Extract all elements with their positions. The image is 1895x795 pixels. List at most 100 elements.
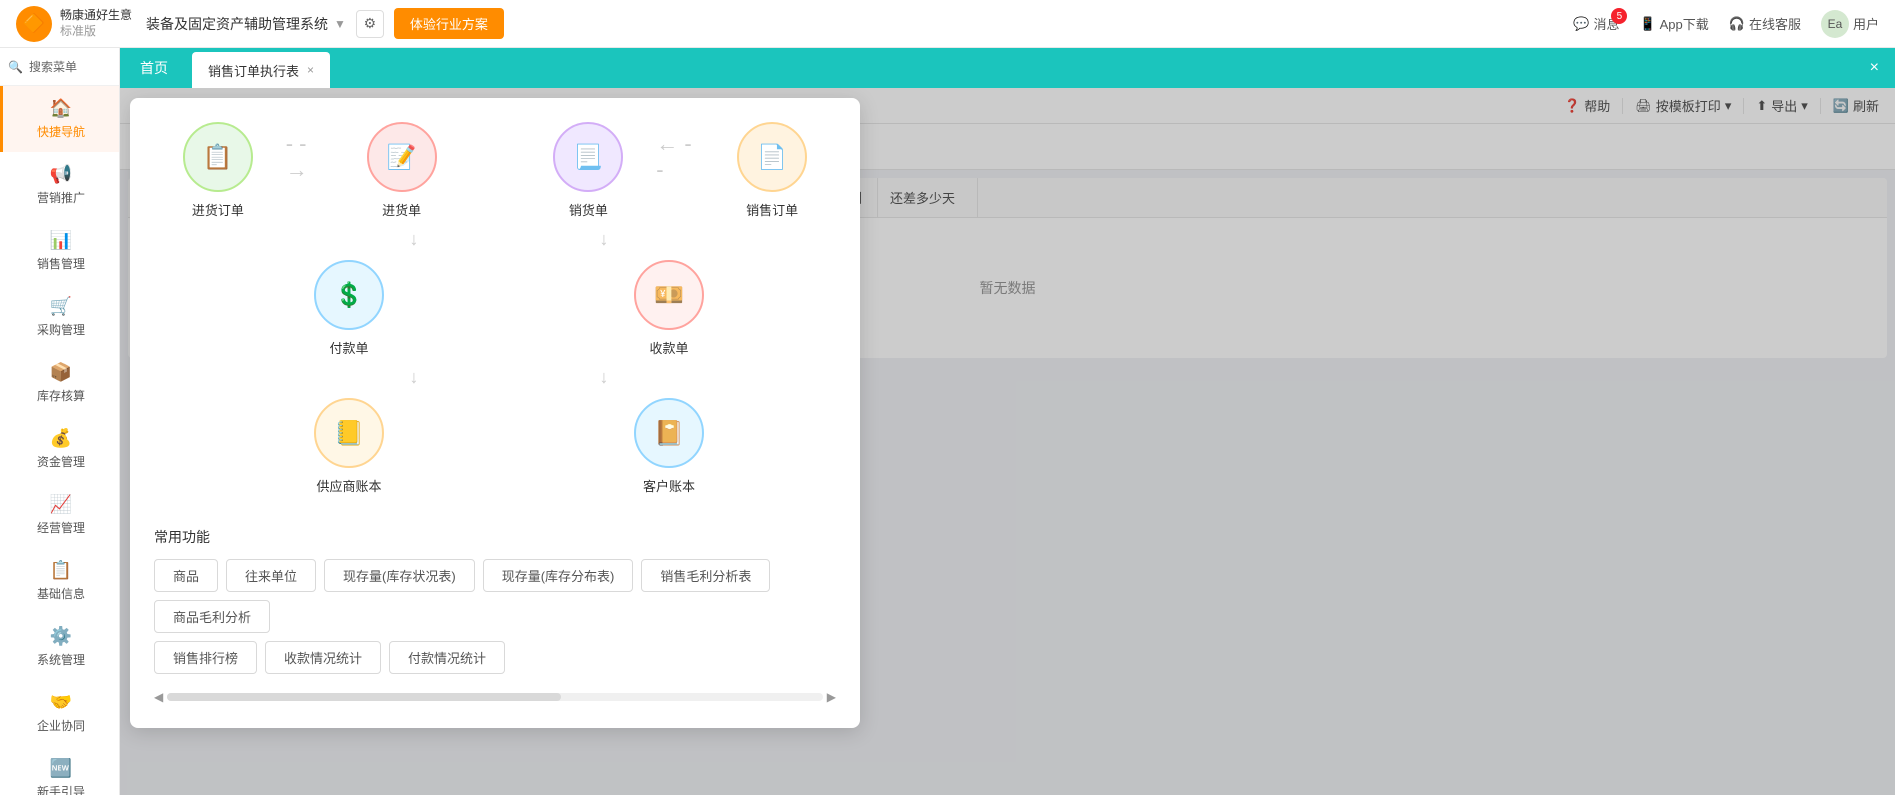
func-btn-counterpart[interactable]: 往来单位 [226, 559, 316, 592]
flow-row-arrows2: ↓ ↓ [154, 365, 836, 390]
window-close-icon[interactable]: × [1870, 59, 1879, 77]
marketing-icon: 📢 [50, 164, 72, 185]
corp-icon: 🤝 [50, 692, 72, 713]
message-icon: 💬 [1573, 16, 1589, 32]
func-btn-inventory-status[interactable]: 现存量(库存状况表) [324, 559, 475, 592]
finance-icon: 💰 [50, 428, 72, 449]
download-icon: 📱 [1639, 16, 1655, 32]
inventory-icon: 📦 [50, 362, 72, 383]
sidebar-item-inventory[interactable]: 📦 库存核算 [0, 350, 119, 416]
purchase-order-icon[interactable]: 📋 [183, 122, 253, 192]
func-btn-inventory-dist[interactable]: 现存量(库存分布表) [483, 559, 634, 592]
payment-icon[interactable]: 💲 [314, 260, 384, 330]
func-btn-product-profit[interactable]: 商品毛利分析 [154, 600, 270, 633]
guide-icon: 🆕 [50, 758, 72, 779]
func-btn-sales-profit[interactable]: 销售毛利分析表 [641, 559, 770, 592]
overlay: 📋 进货订单 - - → 📝 进货单 📃 销货单 [120, 88, 1895, 795]
settings-button[interactable]: ⚙ [356, 10, 384, 38]
arrow-right-dashed-1: - - → [286, 131, 334, 183]
func-btn-sales-rank[interactable]: 销售排行榜 [154, 641, 257, 674]
logo-area: 🔶 畅康通好生意 标准版 [16, 6, 136, 42]
trial-button[interactable]: 体验行业方案 [394, 8, 504, 39]
arrow-down-4: ↓ [479, 365, 729, 390]
sidebar-item-system[interactable]: ⚙️ 系统管理 [0, 614, 119, 680]
arrow-left-dashed: ← - - [656, 131, 704, 183]
service-icon: 🎧 [1729, 16, 1745, 32]
func-btn-product[interactable]: 商品 [154, 559, 218, 592]
main-layout: 🔍 搜索菜单 🏠 快捷导航 📢 营销推广 📊 销售管理 🛒 采购管理 📦 库存核… [0, 48, 1895, 795]
flow-node-receipt[interactable]: 💴 收款单 [604, 260, 734, 357]
flow-node-sales-bill[interactable]: 📃 销货单 [524, 122, 652, 219]
sales-order-icon[interactable]: 📄 [737, 122, 807, 192]
header-left: 🔶 畅康通好生意 标准版 装备及固定资产辅助管理系统 ▼ ⚙ 体验行业方案 [16, 6, 504, 42]
scroll-right-icon[interactable]: ▶ [827, 690, 836, 704]
system-icon: ⚙️ [50, 626, 72, 647]
flow-node-purchase-order[interactable]: 📋 进货订单 [154, 122, 282, 219]
customer-icon[interactable]: 📔 [634, 398, 704, 468]
flow-row-arrows: ↓ ↓ [154, 227, 836, 252]
flow-row-1: 📋 进货订单 - - → 📝 进货单 📃 销货单 [154, 122, 836, 219]
sales-icon: 📊 [50, 230, 72, 251]
basic-icon: 📋 [50, 560, 72, 581]
flow-node-purchase-bill[interactable]: 📝 进货单 [338, 122, 466, 219]
sidebar-item-corp[interactable]: 🤝 企业协同 [0, 680, 119, 746]
arrow-down-1: ↓ [349, 227, 479, 252]
scroll-left-icon[interactable]: ◀ [154, 690, 163, 704]
tab-bar: 首页 销售订单执行表 × × [120, 48, 1895, 88]
home-icon: 🏠 [50, 98, 72, 119]
message-button[interactable]: 💬 消息 5 [1573, 14, 1619, 33]
flow-node-payment[interactable]: 💲 付款单 [284, 260, 414, 357]
func-btns-row1: 商品 往来单位 现存量(库存状况表) 现存量(库存分布表) 销售毛利分析表 商品… [154, 559, 836, 633]
sales-bill-icon[interactable]: 📃 [553, 122, 623, 192]
scrollbar-thumb [167, 693, 560, 701]
sidebar-item-guide[interactable]: 🆕 新手引导 [0, 746, 119, 795]
arrow-down-2: ↓ [479, 227, 729, 252]
dropdown-arrow-icon[interactable]: ▼ [334, 17, 346, 31]
tab-home[interactable]: 首页 [120, 48, 188, 88]
flow-row-2: 💲 付款单 💴 收款单 [154, 260, 836, 357]
sidebar-search-button[interactable]: 🔍 搜索菜单 [0, 48, 119, 86]
flow-row-3: 📒 供应商账本 📔 客户账本 [154, 398, 836, 495]
popup-panel: 📋 进货订单 - - → 📝 进货单 📃 销货单 [130, 98, 860, 728]
inner-content: ❓ 帮助 🖨 按模板打印 ▾ ⬆ 导出 ▾ 🔄 刷新 [120, 88, 1895, 795]
common-functions: 常用功能 商品 往来单位 现存量(库存状况表) 现存量(库存分布表) 销售毛利分… [154, 527, 836, 674]
top-header: 🔶 畅康通好生意 标准版 装备及固定资产辅助管理系统 ▼ ⚙ 体验行业方案 💬 … [0, 0, 1895, 48]
sidebar-item-marketing[interactable]: 📢 营销推广 [0, 152, 119, 218]
common-funcs-title: 常用功能 [154, 527, 836, 547]
purchase-icon: 🛒 [50, 296, 72, 317]
operation-icon: 📈 [50, 494, 72, 515]
func-btns-row2: 销售排行榜 收款情况统计 付款情况统计 [154, 641, 836, 674]
flow-node-customer[interactable]: 📔 客户账本 [604, 398, 734, 495]
sidebar-item-operation[interactable]: 📈 经营管理 [0, 482, 119, 548]
online-service-button[interactable]: 🎧 在线客服 [1729, 14, 1801, 33]
content-area: 首页 销售订单执行表 × × ❓ 帮助 🖨 按模板打印 ▾ [120, 48, 1895, 795]
sidebar: 🔍 搜索菜单 🏠 快捷导航 📢 营销推广 📊 销售管理 🛒 采购管理 📦 库存核… [0, 48, 120, 795]
scrollbar-track[interactable] [167, 693, 823, 701]
func-btn-payment-stats[interactable]: 付款情况统计 [389, 641, 505, 674]
tab-sales-exec[interactable]: 销售订单执行表 × [192, 52, 330, 88]
message-badge: 5 [1611, 8, 1627, 24]
search-icon: 🔍 [8, 60, 23, 74]
flow-diagram: 📋 进货订单 - - → 📝 进货单 📃 销货单 [154, 122, 836, 503]
logo-icon: 🔶 [16, 6, 52, 42]
popup-scrollbar: ◀ ▶ [154, 690, 836, 704]
purchase-bill-icon[interactable]: 📝 [367, 122, 437, 192]
arrow-down-3: ↓ [349, 365, 479, 390]
logo-text: 畅康通好生意 标准版 [60, 8, 132, 39]
app-download-button[interactable]: 📱 App下载 [1639, 14, 1708, 33]
flow-node-sales-order[interactable]: 📄 销售订单 [708, 122, 836, 219]
receipt-icon[interactable]: 💴 [634, 260, 704, 330]
sidebar-item-sales[interactable]: 📊 销售管理 [0, 218, 119, 284]
sidebar-item-finance[interactable]: 💰 资金管理 [0, 416, 119, 482]
user-button[interactable]: Ea 用户 [1821, 10, 1879, 38]
supplier-icon[interactable]: 📒 [314, 398, 384, 468]
sidebar-item-purchase[interactable]: 🛒 采购管理 [0, 284, 119, 350]
system-title: 装备及固定资产辅助管理系统 ▼ [146, 14, 346, 34]
flow-node-supplier[interactable]: 📒 供应商账本 [284, 398, 414, 495]
sidebar-item-quick-nav[interactable]: 🏠 快捷导航 [0, 86, 119, 152]
header-right: 💬 消息 5 📱 App下载 🎧 在线客服 Ea 用户 [1573, 10, 1879, 38]
func-btn-receipt-stats[interactable]: 收款情况统计 [265, 641, 381, 674]
avatar: Ea [1821, 10, 1849, 38]
sidebar-item-basic[interactable]: 📋 基础信息 [0, 548, 119, 614]
tab-close-icon[interactable]: × [307, 63, 314, 77]
